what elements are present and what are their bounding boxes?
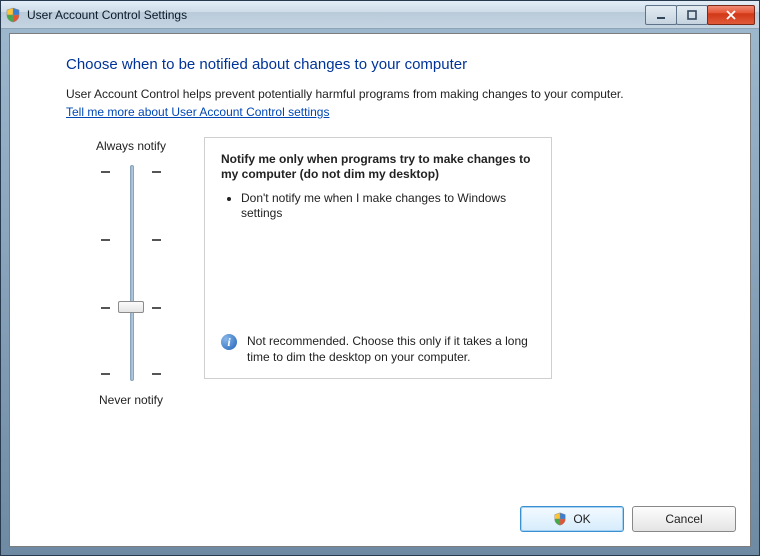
window-frame: User Account Control Settings Choose whe… xyxy=(0,0,760,556)
slider-tick xyxy=(101,373,161,375)
slider-tick xyxy=(101,171,161,173)
slider-tick xyxy=(101,239,161,241)
minimize-button[interactable] xyxy=(645,5,677,25)
window-controls xyxy=(646,5,755,25)
window-client-area: Choose when to be notified about changes… xyxy=(9,33,751,547)
slider-top-label: Always notify xyxy=(66,139,196,153)
uac-level-slider[interactable] xyxy=(101,161,161,385)
level-recommendation-text: Not recommended. Choose this only if it … xyxy=(247,334,535,365)
page-intro-text: User Account Control helps prevent poten… xyxy=(66,87,694,103)
content-area: Choose when to be notified about changes… xyxy=(10,34,750,495)
window-title: User Account Control Settings xyxy=(27,8,187,22)
cancel-button[interactable]: Cancel xyxy=(632,506,736,532)
uac-shield-icon xyxy=(5,7,21,23)
level-description-title: Notify me only when programs try to make… xyxy=(221,152,535,183)
level-description-panel: Notify me only when programs try to make… xyxy=(204,137,552,379)
maximize-button[interactable] xyxy=(676,5,708,25)
slider-track xyxy=(130,165,134,381)
ok-button-label: OK xyxy=(573,512,590,526)
ok-button[interactable]: OK xyxy=(520,506,624,532)
level-description-bullet: Don't notify me when I make changes to W… xyxy=(241,191,535,222)
level-recommendation: i Not recommended. Choose this only if i… xyxy=(221,334,535,365)
info-icon: i xyxy=(221,334,237,350)
slider-column: Always notify Never notify xyxy=(66,137,196,411)
titlebar[interactable]: User Account Control Settings xyxy=(1,1,759,29)
slider-thumb[interactable] xyxy=(118,301,144,313)
body-row: Always notify Never notify Notify me onl… xyxy=(66,137,694,411)
level-description-bullets: Don't notify me when I make changes to W… xyxy=(227,191,535,228)
dialog-footer: OK Cancel xyxy=(10,495,750,546)
uac-shield-icon xyxy=(553,512,567,526)
help-link[interactable]: Tell me more about User Account Control … xyxy=(66,105,329,119)
cancel-button-label: Cancel xyxy=(665,512,702,526)
page-heading: Choose when to be notified about changes… xyxy=(66,56,694,73)
close-button[interactable] xyxy=(707,5,755,25)
slider-bottom-label: Never notify xyxy=(66,393,196,407)
